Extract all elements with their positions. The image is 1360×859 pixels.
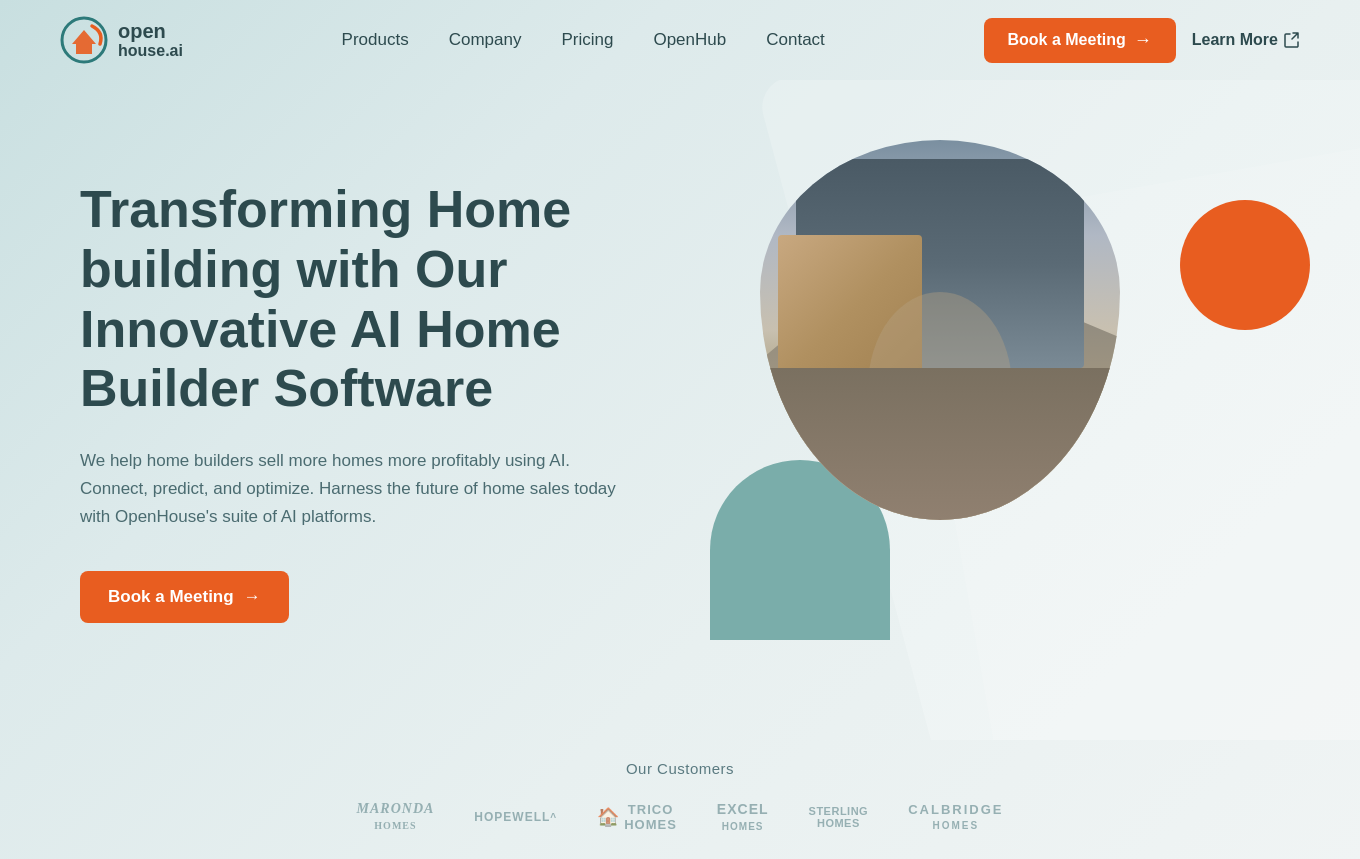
hero-photo-bg	[760, 140, 1120, 520]
orange-circle-decoration	[1180, 200, 1310, 330]
nav-learn-more-button[interactable]: Learn More	[1192, 31, 1300, 49]
hero-visual	[740, 140, 1280, 660]
logo[interactable]: open house.ai	[60, 16, 183, 64]
arrow-right-icon: →	[244, 587, 261, 607]
customer-logo-excel: EXCELHOMES	[717, 801, 769, 833]
hero-section: Transforming Home building with Our Inno…	[0, 80, 1360, 740]
nav-item-products[interactable]: Products	[342, 30, 409, 50]
hero-subtitle: We help home builders sell more homes mo…	[80, 447, 620, 531]
logo-text: open house.ai	[118, 20, 183, 60]
customer-logo-maronda: MarondaHomes	[357, 801, 435, 833]
hero-image	[760, 140, 1120, 520]
customer-logo-hopewell: Hopewell^	[474, 810, 557, 824]
customers-logos: MarondaHomes Hopewell^ 🏠 TricoHomes EXCE…	[80, 801, 1280, 833]
nav-actions: Book a Meeting → Learn More	[984, 18, 1300, 63]
customer-logo-trico: 🏠 TricoHomes	[597, 802, 677, 832]
customer-logo-sterling: STERLINGHOMES	[809, 805, 869, 829]
nav-book-meeting-button[interactable]: Book a Meeting →	[984, 18, 1176, 63]
hero-content: Transforming Home building with Our Inno…	[80, 140, 740, 623]
customers-section: Our Customers MarondaHomes Hopewell^ 🏠 T…	[0, 740, 1360, 859]
nav-links: Products Company Pricing OpenHub Contact	[342, 30, 825, 50]
hero-book-meeting-button[interactable]: Book a Meeting →	[80, 571, 289, 623]
nav-item-openhub[interactable]: OpenHub	[653, 30, 726, 50]
hero-title: Transforming Home building with Our Inno…	[80, 180, 740, 419]
nav-item-pricing[interactable]: Pricing	[561, 30, 613, 50]
arrow-right-icon: →	[1134, 30, 1152, 51]
logo-icon	[60, 16, 108, 64]
customer-logo-calbridge: CALBRIDGEHOMES	[908, 802, 1003, 832]
external-link-icon	[1284, 32, 1300, 48]
customers-label: Our Customers	[80, 760, 1280, 777]
nav-item-contact[interactable]: Contact	[766, 30, 825, 50]
navbar: open house.ai Products Company Pricing O…	[0, 0, 1360, 80]
nav-item-company[interactable]: Company	[449, 30, 522, 50]
